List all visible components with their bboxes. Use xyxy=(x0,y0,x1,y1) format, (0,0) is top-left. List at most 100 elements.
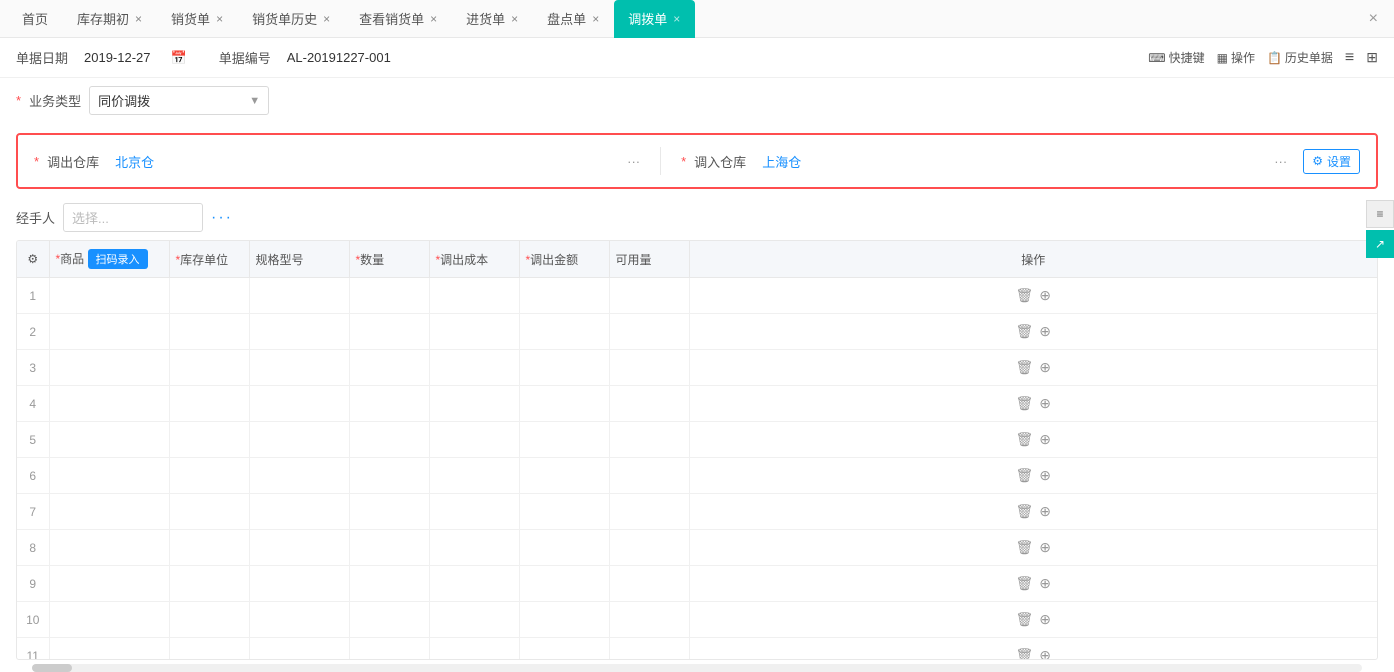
row-spec xyxy=(249,566,349,602)
calendar-icon[interactable]: 📅 xyxy=(171,50,187,66)
copy-row-button[interactable]: ⊕ xyxy=(1039,467,1051,484)
row-actions: 🗑 ⊕ xyxy=(689,494,1377,530)
row-amount xyxy=(519,314,609,350)
delete-row-button[interactable]: 🗑 xyxy=(1015,323,1033,340)
row-qty xyxy=(349,530,429,566)
col-gear[interactable]: ⚙ xyxy=(17,241,49,278)
date-label: 单据日期 xyxy=(16,48,68,67)
operate-icon: ▦ xyxy=(1217,51,1228,65)
row-product[interactable] xyxy=(49,422,169,458)
copy-row-button[interactable]: ⊕ xyxy=(1039,431,1051,448)
business-type-label: 业务类型 xyxy=(29,91,81,110)
scroll-area[interactable] xyxy=(16,664,1378,672)
scan-button[interactable]: 扫码录入 xyxy=(88,249,148,269)
tab-close-transfer[interactable]: × xyxy=(673,12,680,26)
tab-close-inventory[interactable]: × xyxy=(135,12,142,26)
tab-transfer[interactable]: 调拨单 × xyxy=(614,0,695,38)
row-product[interactable] xyxy=(49,494,169,530)
in-warehouse-more[interactable]: ··· xyxy=(1274,154,1287,169)
copy-row-button[interactable]: ⊕ xyxy=(1039,395,1051,412)
copy-row-button[interactable]: ⊕ xyxy=(1039,611,1051,628)
delete-row-button[interactable]: 🗑 xyxy=(1015,431,1033,448)
tab-inventory-init[interactable]: 库存期初 × xyxy=(63,0,157,38)
delete-row-button[interactable]: 🗑 xyxy=(1015,575,1033,592)
tab-view-sales[interactable]: 查看销货单 × xyxy=(345,0,452,38)
tab-close-stocktake[interactable]: × xyxy=(592,12,599,26)
handler-select[interactable]: 选择... xyxy=(63,203,203,232)
row-cost xyxy=(429,602,519,638)
delete-row-button[interactable]: 🗑 xyxy=(1015,395,1033,412)
tab-home[interactable]: 首页 xyxy=(8,0,63,38)
layout-list-button[interactable]: ≡ xyxy=(1345,49,1354,67)
row-available xyxy=(609,566,689,602)
copy-row-button[interactable]: ⊕ xyxy=(1039,359,1051,376)
handler-more-button[interactable]: ··· xyxy=(211,209,233,227)
row-unit xyxy=(169,530,249,566)
business-type-row: * 业务类型 同价调拨 ▼ xyxy=(0,78,1394,123)
tab-close-purchase[interactable]: × xyxy=(511,12,518,26)
row-product[interactable] xyxy=(49,638,169,661)
copy-row-button[interactable]: ⊕ xyxy=(1039,539,1051,556)
operate-button[interactable]: ▦ 操作 xyxy=(1217,49,1255,66)
row-amount xyxy=(519,602,609,638)
row-spec xyxy=(249,350,349,386)
window-close-button[interactable]: × xyxy=(1369,10,1378,27)
delete-row-button[interactable]: 🗑 xyxy=(1015,647,1033,660)
delete-row-button[interactable]: 🗑 xyxy=(1015,539,1033,556)
row-number: 4 xyxy=(17,386,49,422)
warehouse-in-section: * 调入仓库 上海仓 ··· xyxy=(681,152,1287,171)
table-row: 5 🗑 ⊕ xyxy=(17,422,1377,458)
delete-row-button[interactable]: 🗑 xyxy=(1015,503,1033,520)
table-row: 2 🗑 ⊕ xyxy=(17,314,1377,350)
row-product[interactable] xyxy=(49,458,169,494)
history-icon: 📋 xyxy=(1267,51,1282,65)
tab-stocktake[interactable]: 盘点单 × xyxy=(533,0,614,38)
row-number: 5 xyxy=(17,422,49,458)
warehouse-panel: * 调出仓库 北京仓 ··· * 调入仓库 上海仓 ··· ⚙ 设置 xyxy=(16,133,1378,189)
delete-row-button[interactable]: 🗑 xyxy=(1015,287,1033,304)
row-actions: 🗑 ⊕ xyxy=(689,422,1377,458)
handler-placeholder: 选择... xyxy=(72,208,109,227)
float-list-button[interactable]: ≡ xyxy=(1366,200,1394,228)
row-product[interactable] xyxy=(49,386,169,422)
tab-close-sales-history[interactable]: × xyxy=(323,12,330,26)
delete-row-button[interactable]: 🗑 xyxy=(1015,467,1033,484)
row-product[interactable] xyxy=(49,314,169,350)
tab-close-sales[interactable]: × xyxy=(216,12,223,26)
row-product[interactable] xyxy=(49,278,169,314)
tab-sales-order[interactable]: 销货单 × xyxy=(157,0,238,38)
tab-sales-history[interactable]: 销货单历史 × xyxy=(238,0,345,38)
shortcut-icon: ⌨ xyxy=(1148,51,1165,65)
history-button[interactable]: 📋 历史单据 xyxy=(1267,49,1333,66)
float-expand-button[interactable]: ↗ xyxy=(1366,230,1394,258)
row-product[interactable] xyxy=(49,530,169,566)
row-product[interactable] xyxy=(49,602,169,638)
settings-button[interactable]: ⚙ 设置 xyxy=(1303,149,1360,174)
out-warehouse-more[interactable]: ··· xyxy=(627,154,640,169)
handler-row: 经手人 选择... ··· xyxy=(0,199,1394,240)
col-available: 可用量 xyxy=(609,241,689,278)
tab-purchase[interactable]: 进货单 × xyxy=(452,0,533,38)
row-cost xyxy=(429,278,519,314)
shortcut-button[interactable]: ⌨ 快捷键 xyxy=(1148,49,1204,66)
row-unit xyxy=(169,638,249,661)
delete-row-button[interactable]: 🗑 xyxy=(1015,359,1033,376)
copy-row-button[interactable]: ⊕ xyxy=(1039,287,1051,304)
row-qty xyxy=(349,386,429,422)
copy-row-button[interactable]: ⊕ xyxy=(1039,575,1051,592)
copy-row-button[interactable]: ⊕ xyxy=(1039,647,1051,660)
delete-row-button[interactable]: 🗑 xyxy=(1015,611,1033,628)
row-amount xyxy=(519,386,609,422)
row-unit xyxy=(169,422,249,458)
row-unit xyxy=(169,494,249,530)
row-available xyxy=(609,386,689,422)
layout-grid-button[interactable]: ⊞ xyxy=(1366,49,1378,66)
copy-row-button[interactable]: ⊕ xyxy=(1039,503,1051,520)
row-unit xyxy=(169,350,249,386)
row-product[interactable] xyxy=(49,566,169,602)
row-product[interactable] xyxy=(49,350,169,386)
business-type-select[interactable]: 同价调拨 ▼ xyxy=(89,86,269,115)
row-number: 8 xyxy=(17,530,49,566)
tab-close-view-sales[interactable]: × xyxy=(430,12,437,26)
copy-row-button[interactable]: ⊕ xyxy=(1039,323,1051,340)
